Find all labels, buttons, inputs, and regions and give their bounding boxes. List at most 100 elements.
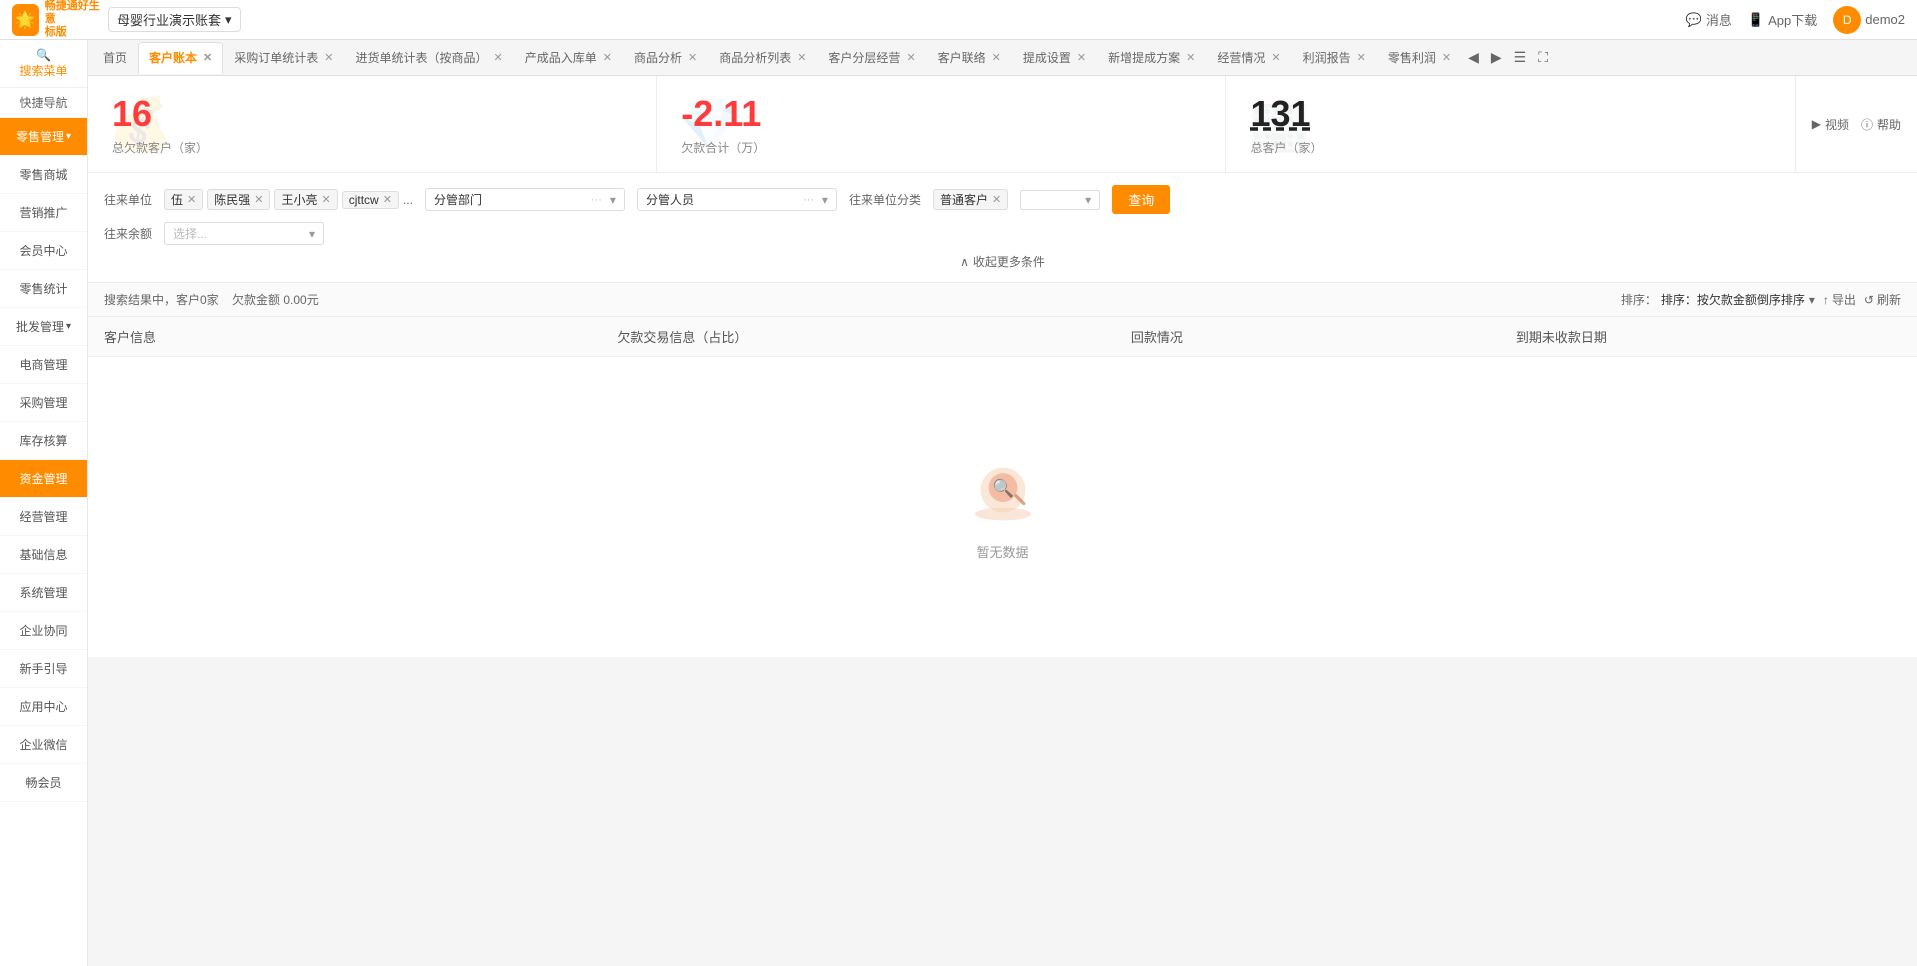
remove-tag-wang[interactable]: ✕ <box>322 193 331 206</box>
stats-bar: 💰 16 总欠款客户（家） 💎 -2.11 欠款合计（万） <box>88 76 1917 173</box>
result-bar: 搜索结果中，客户0家 欠款金额 0.00元 排序： 排序：按欠款金额倒序排序 ▾… <box>88 283 1917 317</box>
tab-nav-prev[interactable]: ◀ <box>1462 45 1485 70</box>
tab-customer-tier[interactable]: 客户分层经营 ✕ <box>817 42 926 74</box>
tab-home[interactable]: 首页 <box>92 42 138 74</box>
tab-close-icon[interactable]: ✕ <box>1357 51 1366 64</box>
export-btn[interactable]: ↑ 导出 <box>1823 291 1856 308</box>
sidebar-search[interactable]: 🔍 搜索菜单 <box>0 40 87 88</box>
sidebar-item-inventory[interactable]: 库存核算 <box>0 422 87 460</box>
result-sort[interactable]: 排序： 排序：按欠款金额倒序排序 ▾ <box>1621 291 1815 308</box>
col-customer-info: 客户信息 <box>104 327 617 346</box>
stat-value-total: 131 <box>1250 92 1310 135</box>
tab-close-icon[interactable]: ✕ <box>1271 51 1280 64</box>
user-profile[interactable]: D demo2 <box>1833 6 1905 34</box>
tab-close-icon[interactable]: ✕ <box>797 51 806 64</box>
tab-customer-ledger[interactable]: 客户账本 ✕ <box>138 42 223 74</box>
tab-retail-profit[interactable]: 零售利润 ✕ <box>1377 42 1462 74</box>
sidebar-item-operations[interactable]: 经营管理 <box>0 498 87 536</box>
query-button[interactable]: 查询 <box>1112 185 1170 214</box>
tab-close-icon[interactable]: ✕ <box>494 51 503 64</box>
stat-label-customers: 总欠款客户（家） <box>112 139 632 156</box>
tab-close-icon[interactable]: ✕ <box>203 51 212 64</box>
tab-nav-next[interactable]: ▶ <box>1485 45 1508 70</box>
tab-goods-receipt-stats[interactable]: 进货单统计表（按商品） ✕ <box>344 42 513 74</box>
remove-tag-common[interactable]: ✕ <box>992 193 1001 206</box>
search-icon: 🔍 <box>36 48 51 62</box>
sidebar-item-system[interactable]: 系统管理 <box>0 574 87 612</box>
tab-close-icon[interactable]: ✕ <box>992 51 1001 64</box>
refresh-btn[interactable]: ↺ 刷新 <box>1864 291 1901 308</box>
tab-fullscreen[interactable]: ⛶ <box>1532 45 1554 70</box>
tab-close-icon[interactable]: ✕ <box>1442 51 1451 64</box>
chevron-down-icon: ▾ <box>66 321 71 332</box>
dept-arrow-icon: ▾ <box>610 193 616 207</box>
top-bar-right: 💬 消息 📱 App下载 D demo2 <box>1686 6 1905 34</box>
sidebar-item-member-center[interactable]: 会员中心 <box>0 232 87 270</box>
tab-close-icon[interactable]: ✕ <box>603 51 612 64</box>
help-btn[interactable]: ⓘ 帮助 <box>1861 116 1901 133</box>
sidebar-item-newcomer[interactable]: 新手引导 <box>0 650 87 688</box>
sidebar-item-app-center[interactable]: 应用中心 <box>0 688 87 726</box>
tab-purchase-order-stats[interactable]: 采购订单统计表 ✕ <box>223 42 344 74</box>
top-bar: 🌟 畅捷通好生意 标版 母婴行业演示账套 ▾ 💬 消息 📱 App下载 D <box>0 0 1917 40</box>
sidebar-item-basic-info[interactable]: 基础信息 <box>0 536 87 574</box>
sidebar-item-retail-stats[interactable]: 零售统计 <box>0 270 87 308</box>
tab-add-commission-plan[interactable]: 新增提成方案 ✕ <box>1097 42 1206 74</box>
tab-close-icon[interactable]: ✕ <box>1077 51 1086 64</box>
stat-actions: ▶ 视频 ⓘ 帮助 <box>1796 76 1917 172</box>
dept-filter[interactable]: 分管部门 ··· ▾ <box>425 188 625 211</box>
unit-tag-cjttcw: cjttcw ✕ <box>342 191 399 209</box>
sidebar-item-chang-member[interactable]: 畅会员 <box>0 764 87 802</box>
remove-tag-wu[interactable]: ✕ <box>187 193 196 206</box>
collapse-btn[interactable]: ∧ 收起更多条件 <box>960 253 1045 270</box>
tab-customer-contact[interactable]: 客户联络 ✕ <box>927 42 1012 74</box>
tab-profit-report[interactable]: 利润报告 ✕ <box>1292 42 1377 74</box>
tab-product-analysis[interactable]: 商品分析 ✕ <box>623 42 708 74</box>
tab-commission-settings[interactable]: 提成设置 ✕ <box>1012 42 1097 74</box>
page-content: 💰 16 总欠款客户（家） 💎 -2.11 欠款合计（万） <box>88 76 1917 966</box>
sidebar-item-ecommerce[interactable]: 电商管理 <box>0 346 87 384</box>
brand-selector[interactable]: 母婴行业演示账套 ▾ <box>108 7 241 32</box>
tab-product-analysis-list[interactable]: 商品分析列表 ✕ <box>708 42 817 74</box>
empty-illustration: 🔍 <box>963 454 1043 534</box>
unit-type-select[interactable]: ▾ <box>1020 190 1100 210</box>
stat-label-total: 总客户（家） <box>1250 139 1770 156</box>
tab-business-status[interactable]: 经营情况 ✕ <box>1206 42 1291 74</box>
sidebar-item-enterprise-collab[interactable]: 企业协同 <box>0 612 87 650</box>
sidebar-quick-nav[interactable]: 快捷导航 <box>0 88 87 118</box>
remove-tag-chen[interactable]: ✕ <box>254 193 263 206</box>
tab-close-icon[interactable]: ✕ <box>1186 51 1195 64</box>
sidebar-item-finance[interactable]: 资金管理 <box>0 460 87 498</box>
balance-arrow-icon: ▾ <box>309 227 315 241</box>
video-help-btn[interactable]: ▶ 视频 <box>1812 116 1849 133</box>
col-due-date: 到期未收款日期 <box>1516 327 1901 346</box>
tab-product-inbound[interactable]: 产成品入库单 ✕ <box>514 42 623 74</box>
sidebar-item-enterprise-wechat[interactable]: 企业微信 <box>0 726 87 764</box>
unit-type-arrow-icon: ▾ <box>1085 193 1091 207</box>
message-btn[interactable]: 💬 消息 <box>1686 10 1732 29</box>
tab-close-icon[interactable]: ✕ <box>324 51 333 64</box>
sidebar-item-retail-management[interactable]: 零售管理 ▾ <box>0 118 87 156</box>
col-debt-info: 欠款交易信息（占比） <box>617 327 1130 346</box>
stat-label-debt: 欠款合计（万） <box>681 139 1201 156</box>
export-icon: ↑ <box>1823 293 1829 307</box>
tab-nav-menu[interactable]: ☰ <box>1508 45 1533 70</box>
stat-value-customers: 16 <box>112 92 632 135</box>
sidebar-item-wholesale[interactable]: 批发管理 ▾ <box>0 308 87 346</box>
app-download-btn[interactable]: 📱 App下载 <box>1748 10 1817 29</box>
tab-close-icon[interactable]: ✕ <box>688 51 697 64</box>
sidebar-item-retail-mall[interactable]: 零售商城 <box>0 156 87 194</box>
tab-close-icon[interactable]: ✕ <box>906 51 915 64</box>
filter-area: 往来单位 伍 ✕ 陈民强 ✕ 王小亮 <box>88 173 1917 283</box>
refresh-icon: ↺ <box>1864 293 1874 307</box>
top-bar-left: 🌟 畅捷通好生意 标版 母婴行业演示账套 ▾ <box>12 0 241 39</box>
unit-filter-label: 往来单位 <box>104 191 152 208</box>
remove-tag-cjttcw[interactable]: ✕ <box>383 193 392 206</box>
sidebar-item-purchase[interactable]: 采购管理 <box>0 384 87 422</box>
stat-card-customers: 💰 16 总欠款客户（家） <box>88 76 657 172</box>
person-filter[interactable]: 分管人员 ··· ▾ <box>637 188 837 211</box>
unit-filter-more[interactable]: ... <box>403 193 413 207</box>
balance-filter[interactable]: 选择... ▾ <box>164 222 324 245</box>
sidebar-item-marketing[interactable]: 营销推广 <box>0 194 87 232</box>
collapse-row: ∧ 收起更多条件 <box>104 253 1901 270</box>
